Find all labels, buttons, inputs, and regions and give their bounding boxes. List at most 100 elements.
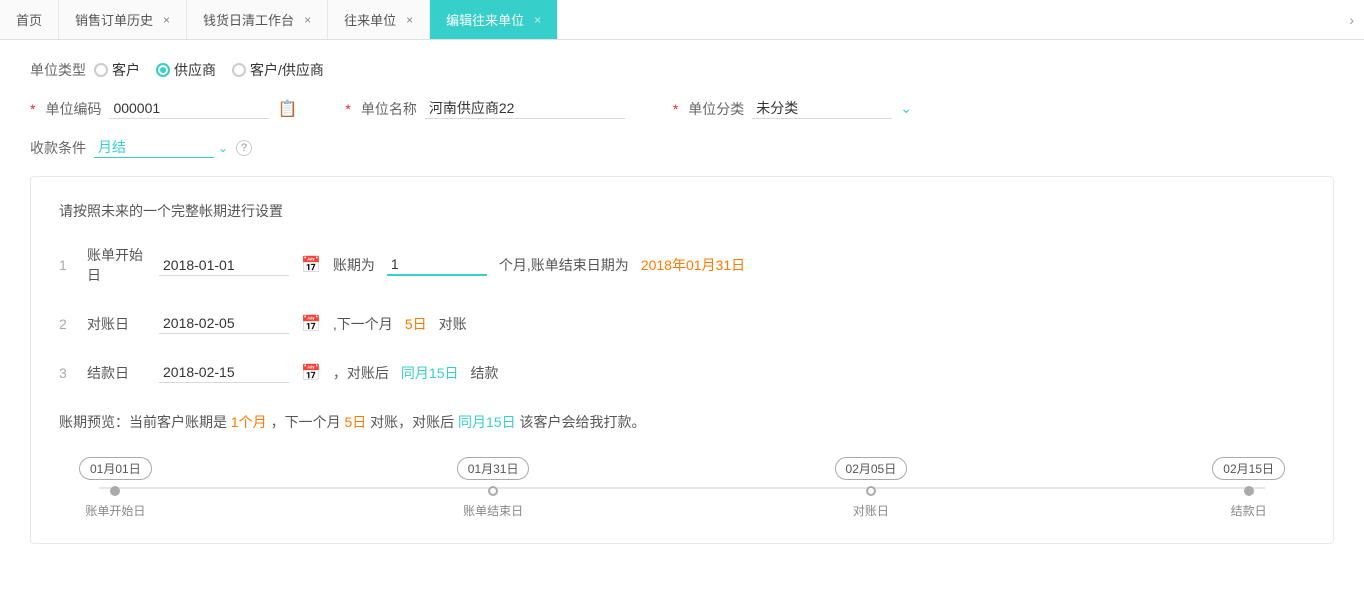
- tab-bar: 首页 销售订单历史 × 钱货日清工作台 × 往来单位 × 编辑往来单位 × ›: [0, 0, 1364, 40]
- timeline-dot-4: [1244, 486, 1254, 496]
- period-payment-calendar-icon[interactable]: 📅: [301, 363, 321, 383]
- tab-sales-history-label: 销售订单历史: [75, 10, 153, 29]
- tab-edit-contacts-close[interactable]: ×: [534, 13, 541, 27]
- radio-both[interactable]: 客户/供应商: [232, 60, 324, 80]
- preview-mid1: ，下一个月: [271, 414, 341, 430]
- period-row3-text2: 结款: [471, 363, 499, 383]
- unit-code-copy-icon[interactable]: 📋: [277, 99, 297, 119]
- period-start-label: 账单开始日: [87, 245, 147, 285]
- radio-customer[interactable]: 客户: [94, 60, 140, 80]
- timeline-badge-4: 02月15日: [1212, 457, 1285, 480]
- tab-cashflow-label: 钱货日清工作台: [203, 10, 294, 29]
- unit-type-row: 单位类型 客户 供应商 客户/供应商: [30, 60, 1334, 80]
- period-payment-label: 结款日: [87, 363, 147, 383]
- unit-category-group: * 单位分类 ⌄: [673, 98, 912, 119]
- unit-code-label: 单位编码: [45, 99, 101, 119]
- period-recon-day-highlight: 5日: [405, 314, 427, 334]
- preview-highlight2: 5日: [344, 414, 366, 430]
- timeline-wrapper: 01月01日 账单开始日 01月31日 账单结束日 02月05日: [59, 457, 1305, 519]
- unit-category-star: *: [673, 101, 678, 117]
- preview-prefix: 账期预览：当前客户账期是: [59, 414, 227, 430]
- tab-edit-contacts[interactable]: 编辑往来单位 ×: [430, 0, 558, 39]
- unit-code-star: *: [30, 101, 35, 117]
- unit-name-star: *: [345, 101, 350, 117]
- timeline-point-4: 02月15日 结款日: [1212, 457, 1285, 519]
- timeline-point-2: 01月31日 账单结束日: [457, 457, 530, 519]
- timeline-point-3: 02月05日 对账日: [835, 457, 908, 519]
- unit-category-label: 单位分类: [688, 99, 744, 119]
- radio-customer-label: 客户: [112, 60, 140, 80]
- unit-type-label: 单位类型: [30, 60, 86, 80]
- unit-name-label: 单位名称: [361, 99, 417, 119]
- payment-terms-dropdown: ⌄: [94, 137, 228, 158]
- step-1: 1: [59, 257, 75, 273]
- radio-supplier-label: 供应商: [174, 60, 216, 80]
- preview-suffix: 该客户会给我打款。: [520, 414, 646, 430]
- period-months-input[interactable]: [387, 254, 487, 276]
- timeline-points: 01月01日 账单开始日 01月31日 账单结束日 02月05日: [79, 457, 1285, 519]
- tab-cashflow[interactable]: 钱货日清工作台 ×: [187, 0, 328, 39]
- period-row3-text1: ，对账后: [333, 363, 389, 383]
- step-3: 3: [59, 365, 75, 381]
- timeline-label-3: 对账日: [853, 502, 889, 519]
- period-box: 请按照未来的一个完整帐期进行设置 1 账单开始日 📅 账期为 个月,账单结束日期…: [30, 176, 1334, 544]
- period-recon-calendar-icon[interactable]: 📅: [301, 314, 321, 334]
- period-start-calendar-icon[interactable]: 📅: [301, 255, 321, 275]
- tab-home[interactable]: 首页: [0, 0, 59, 39]
- timeline-dot-1: [110, 486, 120, 496]
- preview-highlight3: 同月15日: [458, 414, 516, 430]
- preview-text: 账期预览：当前客户账期是 1个月 ，下一个月 5日 对账，对账后 同月15日 该…: [59, 411, 1305, 433]
- period-row-3: 3 结款日 📅 ，对账后 同月15日 结款: [59, 362, 1305, 383]
- unit-category-dropdown-icon[interactable]: ⌄: [900, 100, 912, 117]
- unit-name-group: * 单位名称: [345, 98, 624, 119]
- radio-supplier[interactable]: 供应商: [156, 60, 216, 80]
- unit-fields-row: * 单位编码 📋 * 单位名称 * 单位分类 ⌄: [30, 98, 1334, 119]
- step-2: 2: [59, 316, 75, 332]
- timeline-label-2: 账单结束日: [463, 502, 523, 519]
- main-content: 单位类型 客户 供应商 客户/供应商 * 单位编码 📋 * 单位名称: [0, 40, 1364, 608]
- period-row-1: 1 账单开始日 📅 账期为 个月,账单结束日期为 2018年01月31日: [59, 245, 1305, 285]
- timeline-badge-2: 01月31日: [457, 457, 530, 480]
- timeline-dot-3: [866, 486, 876, 496]
- payment-terms-row: 收款条件 ⌄ ?: [30, 137, 1334, 158]
- period-recon-label: 对账日: [87, 314, 147, 334]
- timeline-dot-2: [488, 486, 498, 496]
- unit-type-radio-group: 客户 供应商 客户/供应商: [94, 60, 324, 80]
- period-payment-day-highlight: 同月15日: [401, 363, 459, 383]
- radio-both-circle: [232, 63, 246, 77]
- payment-terms-arrow-icon[interactable]: ⌄: [218, 141, 228, 155]
- timeline-badge-1: 01月01日: [79, 457, 152, 480]
- period-row-2: 2 对账日 📅 ,下一个月 5日 对账: [59, 313, 1305, 334]
- tab-contacts-label: 往来单位: [344, 10, 396, 29]
- period-row2-text1: ,下一个月: [333, 314, 393, 334]
- unit-code-group: * 单位编码 📋: [30, 98, 297, 119]
- period-row1-text1: 账期为: [333, 255, 375, 275]
- payment-terms-help-icon[interactable]: ?: [236, 140, 252, 156]
- period-row2-text2: 对账: [439, 314, 467, 334]
- timeline-label-4: 结款日: [1231, 502, 1267, 519]
- payment-terms-label: 收款条件: [30, 138, 86, 158]
- tab-more-arrow[interactable]: ›: [1339, 0, 1364, 39]
- timeline-badge-3: 02月05日: [835, 457, 908, 480]
- unit-code-input[interactable]: [109, 98, 269, 119]
- radio-both-label: 客户/供应商: [250, 60, 324, 80]
- tab-contacts[interactable]: 往来单位 ×: [328, 0, 430, 39]
- tab-sales-history[interactable]: 销售订单历史 ×: [59, 0, 187, 39]
- tab-contacts-close[interactable]: ×: [406, 13, 413, 27]
- period-recon-date-input[interactable]: [159, 313, 289, 334]
- tab-edit-contacts-label: 编辑往来单位: [446, 10, 524, 29]
- period-start-date-input[interactable]: [159, 255, 289, 276]
- tab-sales-history-close[interactable]: ×: [163, 13, 170, 27]
- timeline-point-1: 01月01日 账单开始日: [79, 457, 152, 519]
- tab-home-label: 首页: [16, 10, 42, 29]
- payment-terms-input[interactable]: [94, 137, 214, 158]
- radio-customer-circle: [94, 63, 108, 77]
- unit-category-input[interactable]: [752, 98, 892, 119]
- unit-name-input[interactable]: [425, 98, 625, 119]
- tab-cashflow-close[interactable]: ×: [304, 13, 311, 27]
- period-row1-text2: 个月,账单结束日期为: [499, 255, 629, 275]
- preview-highlight1: 1个月: [231, 414, 267, 430]
- preview-mid2: 对账，对账后: [370, 414, 454, 430]
- period-payment-date-input[interactable]: [159, 362, 289, 383]
- timeline-label-1: 账单开始日: [85, 502, 145, 519]
